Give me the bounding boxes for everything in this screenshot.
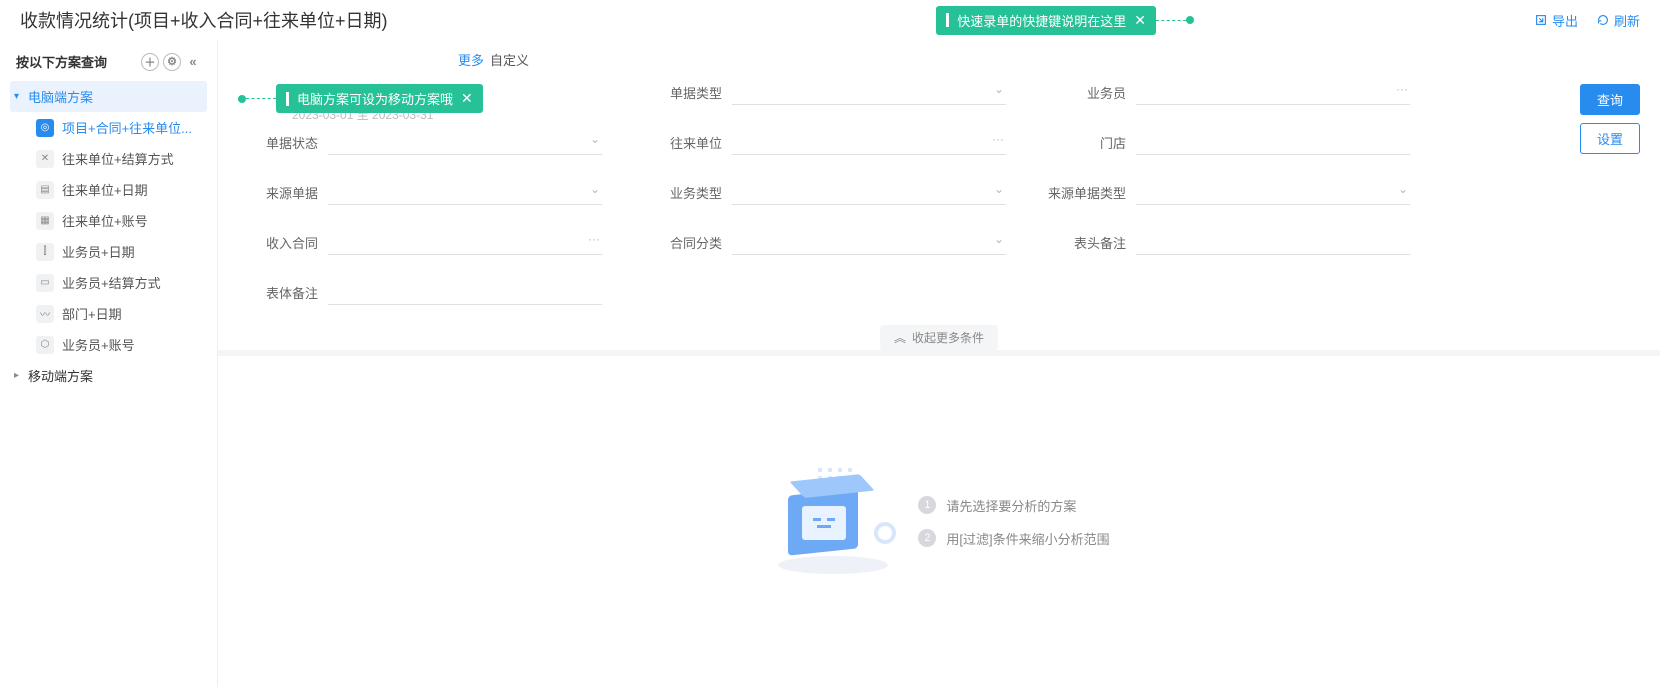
sidebar: 按以下方案查询 ＋ ⚙ « ▾ 电脑端方案 ◎项目+合同+往来单位... ✕往来… <box>0 40 218 687</box>
tree-children: ◎项目+合同+往来单位... ✕往来单位+结算方式 ▤往来单位+日期 ▦往来单位… <box>10 112 207 360</box>
close-icon[interactable]: ✕ <box>461 90 473 107</box>
page-title: 收款情况统计(项目+收入合同+往来单位+日期) <box>20 7 388 33</box>
field-contract-category[interactable]: 合同分类⌄ <box>642 229 1006 255</box>
card-icon: ▭ <box>36 274 54 292</box>
chevron-down-icon: ⌄ <box>994 232 1004 246</box>
field-source-doc[interactable]: 来源单据⌄ <box>238 179 602 205</box>
query-button[interactable]: 查询 <box>1580 84 1640 115</box>
body: 按以下方案查询 ＋ ⚙ « ▾ 电脑端方案 ◎项目+合同+往来单位... ✕往来… <box>0 40 1660 687</box>
scheme-item-unit-settlement[interactable]: ✕往来单位+结算方式 <box>32 143 207 174</box>
target-icon: ◎ <box>36 119 54 137</box>
tip-dot-icon <box>1186 16 1194 24</box>
more-icon: ··· <box>992 132 1004 146</box>
scheme-settings-button[interactable]: ⚙ <box>163 53 181 71</box>
chevron-down-icon: ⌄ <box>590 132 600 146</box>
scheme-item-unit-date[interactable]: ▤往来单位+日期 <box>32 174 207 205</box>
main: 电脑方案可设为移动方案哦 ✕ 更多 自定义 2023-03-01 至 2023-… <box>218 40 1660 687</box>
scheme-item-unit-account[interactable]: ▦往来单位+账号 <box>32 205 207 236</box>
grid-icon: ▦ <box>36 212 54 230</box>
chevron-down-icon: ⌄ <box>994 82 1004 96</box>
more-icon: ··· <box>588 232 600 246</box>
collapse-bar: ︽ 收起更多条件 <box>238 325 1640 350</box>
tip-bar-icon <box>286 92 289 106</box>
scheme-tree: ▾ 电脑端方案 ◎项目+合同+往来单位... ✕往来单位+结算方式 ▤往来单位+… <box>10 81 207 391</box>
list-icon: ▤ <box>36 181 54 199</box>
scheme-item-sales-account[interactable]: ⬡业务员+账号 <box>32 329 207 360</box>
step-number-icon: 2 <box>918 529 936 547</box>
tip-connector <box>246 98 276 99</box>
sidebar-head: 按以下方案查询 ＋ ⚙ « <box>10 48 207 75</box>
field-body-remark[interactable]: 表体备注 <box>238 279 602 305</box>
cross-icon: ✕ <box>36 150 54 168</box>
export-icon <box>1534 13 1548 27</box>
tip-shortcut-wrap: 快速录单的快捷键说明在这里 ✕ <box>936 6 1194 35</box>
sidebar-collapse-button[interactable]: « <box>185 54 201 70</box>
caret-down-icon: ▾ <box>14 91 24 102</box>
field-partner[interactable]: 往来单位··· <box>642 129 1006 155</box>
chevron-up-icon: ︽ <box>894 329 906 346</box>
chevron-down-icon: ⌄ <box>994 182 1004 196</box>
tip-dot-icon <box>238 95 246 103</box>
step-number-icon: 1 <box>918 496 936 514</box>
filter-tabs: 更多 自定义 <box>238 50 1640 69</box>
tree-group-mobile[interactable]: ▸ 移动端方案 <box>10 360 207 391</box>
tip-shortcut-text: 快速录单的快捷键说明在这里 <box>957 11 1126 30</box>
tip-connector <box>1156 20 1186 21</box>
step-1: 1请先选择要分析的方案 <box>918 496 1109 515</box>
field-doc-type[interactable]: 单据类型⌄ <box>642 79 1006 105</box>
chevron-down-icon: ⌄ <box>590 182 600 196</box>
collapse-more-button[interactable]: ︽ 收起更多条件 <box>880 325 998 350</box>
settings-button[interactable]: 设置 <box>1580 123 1640 154</box>
field-doc-status[interactable]: 单据状态⌄ <box>238 129 602 155</box>
tree-group-desktop[interactable]: ▾ 电脑端方案 <box>10 81 207 112</box>
tab-more[interactable]: 更多 <box>458 50 484 69</box>
tip-scheme-text: 电脑方案可设为移动方案哦 <box>297 89 453 108</box>
tip-scheme[interactable]: 电脑方案可设为移动方案哦 ✕ <box>276 84 483 113</box>
field-header-remark[interactable]: 表头备注 <box>1046 229 1410 255</box>
scheme-item-dept-date[interactable]: 〰部门+日期 <box>32 298 207 329</box>
scheme-item-sales-settlement[interactable]: ▭业务员+结算方式 <box>32 267 207 298</box>
chevron-down-icon: ⌄ <box>1398 182 1408 196</box>
field-store[interactable]: 门店 <box>1046 129 1410 155</box>
empty-steps: 1请先选择要分析的方案 2用[过滤]条件来缩小分析范围 <box>918 496 1109 548</box>
add-scheme-button[interactable]: ＋ <box>141 53 159 71</box>
refresh-icon <box>1596 13 1610 27</box>
field-salesman[interactable]: 业务员··· <box>1046 79 1410 105</box>
step-2: 2用[过滤]条件来缩小分析范围 <box>918 529 1109 548</box>
tab-custom[interactable]: 自定义 <box>490 50 529 69</box>
empty-illustration <box>768 462 888 582</box>
tree-group-label: 移动端方案 <box>28 366 93 385</box>
filter-area: 电脑方案可设为移动方案哦 ✕ 更多 自定义 2023-03-01 至 2023-… <box>218 40 1660 350</box>
close-icon[interactable]: ✕ <box>1134 12 1146 29</box>
bar-icon: ⫿ <box>36 243 54 261</box>
export-button[interactable]: 导出 <box>1534 11 1578 30</box>
tip-scheme-wrap: 电脑方案可设为移动方案哦 ✕ <box>238 84 483 113</box>
header-actions: 导出 刷新 <box>1534 11 1640 30</box>
page-header: 收款情况统计(项目+收入合同+往来单位+日期) 快速录单的快捷键说明在这里 ✕ … <box>0 0 1660 40</box>
scheme-item-sales-date[interactable]: ⫿业务员+日期 <box>32 236 207 267</box>
content-area: 1请先选择要分析的方案 2用[过滤]条件来缩小分析范围 <box>218 350 1660 687</box>
tip-bar-icon <box>946 13 949 27</box>
field-income-contract[interactable]: 收入合同··· <box>238 229 602 255</box>
refresh-button[interactable]: 刷新 <box>1596 11 1640 30</box>
field-biz-type[interactable]: 业务类型⌄ <box>642 179 1006 205</box>
more-icon: ··· <box>1396 82 1408 96</box>
tree-group-label: 电脑端方案 <box>28 87 93 106</box>
tip-shortcut[interactable]: 快速录单的快捷键说明在这里 ✕ <box>936 6 1156 35</box>
wave-icon: 〰 <box>36 305 54 323</box>
action-buttons: 查询 设置 <box>1580 84 1640 154</box>
sidebar-title: 按以下方案查询 <box>16 52 107 71</box>
hex-icon: ⬡ <box>36 336 54 354</box>
field-source-doc-type[interactable]: 来源单据类型⌄ <box>1046 179 1410 205</box>
scheme-item-project-contract[interactable]: ◎项目+合同+往来单位... <box>32 112 207 143</box>
caret-right-icon: ▸ <box>14 370 24 381</box>
